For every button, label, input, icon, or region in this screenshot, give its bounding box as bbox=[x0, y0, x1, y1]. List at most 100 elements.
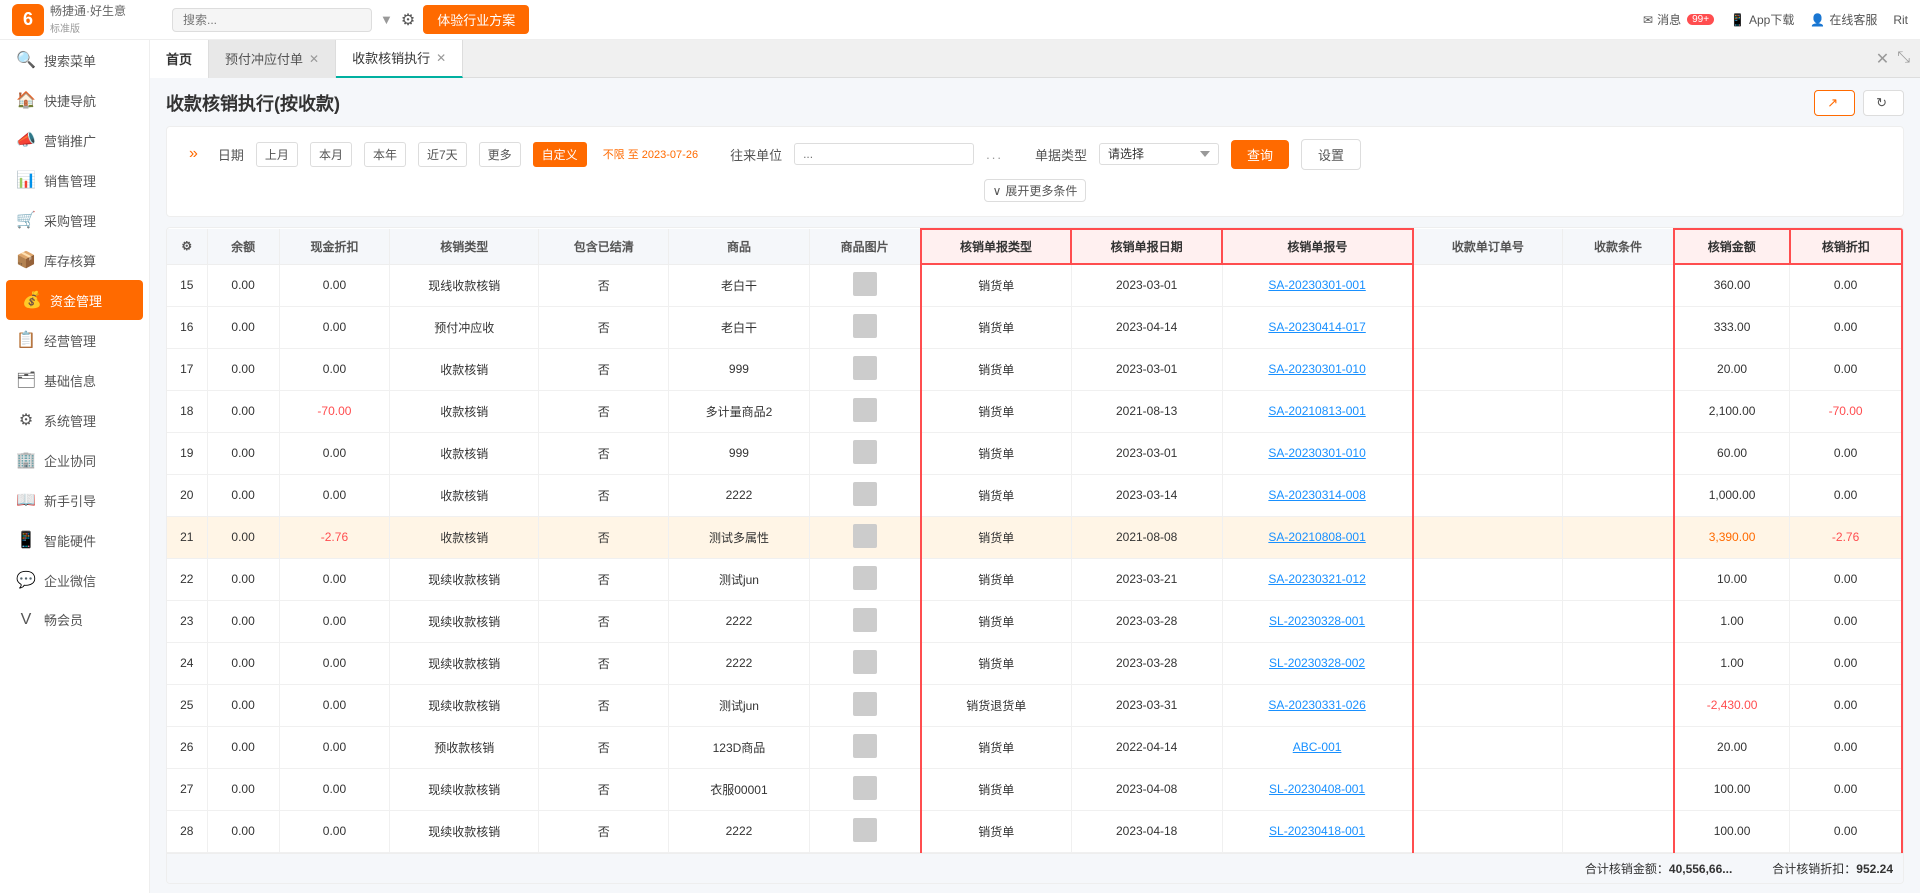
bill-report-no-link[interactable]: SL-20230408-001 bbox=[1269, 782, 1365, 796]
filter-collapse-button[interactable]: » bbox=[181, 137, 206, 171]
bill-report-no-link[interactable]: SA-20210813-001 bbox=[1268, 404, 1365, 418]
sidebar-item-guide[interactable]: 📖 新手引导 bbox=[0, 480, 149, 520]
sidebar-item-sys-mgmt[interactable]: ⚙ 系统管理 bbox=[0, 400, 149, 440]
cell-bill-report-no[interactable]: ABC-001 bbox=[1222, 726, 1413, 768]
sidebar-item-purchase[interactable]: 🛒 采购管理 bbox=[0, 200, 149, 240]
sidebar-item-operations[interactable]: 📋 经营管理 bbox=[0, 320, 149, 360]
refresh-button[interactable]: ↻ bbox=[1863, 90, 1904, 116]
table-row: 22 0.00 0.00 现续收款核销 否 测试jun 销货单 2023-03-… bbox=[167, 558, 1902, 600]
sidebar-item-wechat[interactable]: 💬 企业微信 bbox=[0, 560, 149, 600]
cell-bill-report-no[interactable]: SA-20230321-012 bbox=[1222, 558, 1413, 600]
cell-bill-report-no[interactable]: SL-20230328-002 bbox=[1222, 642, 1413, 684]
bill-report-no-link[interactable]: SL-20230418-001 bbox=[1269, 824, 1365, 838]
sidebar-item-marketing[interactable]: 📣 营销推广 bbox=[0, 120, 149, 160]
cell-write-off-discount: -70.00 bbox=[1790, 390, 1902, 432]
cell-goods: 多计量商品2 bbox=[669, 390, 810, 432]
query-button[interactable]: 查询 bbox=[1231, 140, 1289, 169]
cell-bill-report-no[interactable]: SA-20230301-010 bbox=[1222, 348, 1413, 390]
date-this-month-btn[interactable]: 本月 bbox=[310, 142, 352, 167]
cell-bill-report-no[interactable]: SA-20210813-001 bbox=[1222, 390, 1413, 432]
user-info[interactable]: Rit bbox=[1893, 13, 1908, 27]
date-last-month-btn[interactable]: 上月 bbox=[256, 142, 298, 167]
bill-report-no-link[interactable]: ABC-001 bbox=[1293, 740, 1342, 754]
tab-prepay-close[interactable]: ✕ bbox=[309, 52, 319, 66]
cell-bill-report-no[interactable]: SA-20230414-017 bbox=[1222, 306, 1413, 348]
cell-include-settled: 否 bbox=[539, 264, 669, 306]
sidebar-item-smart-hw[interactable]: 📱 智能硬件 bbox=[0, 520, 149, 560]
cell-no: 21 bbox=[167, 516, 207, 558]
bill-report-no-link[interactable]: SA-20230331-026 bbox=[1268, 698, 1365, 712]
cell-bill-report-no[interactable]: SL-20230408-001 bbox=[1222, 768, 1413, 810]
th-settings[interactable]: ⚙ bbox=[167, 229, 207, 264]
cell-no: 23 bbox=[167, 600, 207, 642]
cell-balance: 0.00 bbox=[207, 474, 279, 516]
bill-type-select[interactable]: 请选择 bbox=[1099, 143, 1219, 165]
sidebar-item-search-menu[interactable]: 🔍 搜索菜单 bbox=[0, 40, 149, 80]
cell-balance: 0.00 bbox=[207, 642, 279, 684]
setting-button[interactable]: 设置 bbox=[1301, 139, 1361, 170]
date-more-btn[interactable]: 更多 bbox=[479, 142, 521, 167]
export-button[interactable]: ↗ bbox=[1814, 90, 1855, 116]
bill-report-no-link[interactable]: SA-20230301-010 bbox=[1268, 362, 1365, 376]
th-receipt-condition: 收款条件 bbox=[1563, 229, 1674, 264]
counterpart-input[interactable] bbox=[794, 143, 974, 165]
date-custom-btn[interactable]: 自定义 bbox=[533, 142, 587, 167]
sidebar-item-enterprise[interactable]: 🏢 企业协同 bbox=[0, 440, 149, 480]
cell-bill-report-no[interactable]: SA-20210808-001 bbox=[1222, 516, 1413, 558]
cell-bill-report-no[interactable]: SA-20230314-008 bbox=[1222, 474, 1413, 516]
sidebar-item-inventory[interactable]: 📦 库存核算 bbox=[0, 240, 149, 280]
tab-close-all-icon[interactable]: ✕ bbox=[1876, 49, 1889, 69]
cell-bill-report-no[interactable]: SA-20230301-001 bbox=[1222, 264, 1413, 306]
th-write-off-amount: 核销金额 bbox=[1674, 229, 1790, 264]
cell-write-off-discount: -2.76 bbox=[1790, 516, 1902, 558]
cell-receipt-condition bbox=[1563, 558, 1674, 600]
funds-icon: 💰 bbox=[22, 290, 42, 310]
sidebar-item-quick-nav[interactable]: 🏠 快捷导航 bbox=[0, 80, 149, 120]
cell-bill-report-no[interactable]: SA-20230301-010 bbox=[1222, 432, 1413, 474]
sidebar-item-member[interactable]: V 畅会员 bbox=[0, 600, 149, 639]
bill-report-no-link[interactable]: SA-20230321-012 bbox=[1268, 572, 1365, 586]
cell-no: 15 bbox=[167, 264, 207, 306]
tab-home[interactable]: 首页 bbox=[150, 40, 209, 78]
bill-report-no-link[interactable]: SA-20230314-008 bbox=[1268, 488, 1365, 502]
expand-more-conditions-button[interactable]: ∨ 展开更多条件 bbox=[984, 179, 1087, 202]
cell-write-off-discount: 0.00 bbox=[1790, 684, 1902, 726]
cell-include-settled: 否 bbox=[539, 390, 669, 432]
tab-collection[interactable]: 收款核销执行 ✕ bbox=[336, 40, 463, 78]
tab-collection-close[interactable]: ✕ bbox=[436, 51, 446, 65]
cell-receipt-condition bbox=[1563, 474, 1674, 516]
tab-prepay[interactable]: 预付冲应付单 ✕ bbox=[209, 40, 336, 78]
bill-report-no-link[interactable]: SA-20230301-001 bbox=[1268, 278, 1365, 292]
table-row: 18 0.00 -70.00 收款核销 否 多计量商品2 销货单 2021-08… bbox=[167, 390, 1902, 432]
cell-receipt-condition bbox=[1563, 642, 1674, 684]
cell-bill-report-no[interactable]: SA-20230331-026 bbox=[1222, 684, 1413, 726]
sidebar-item-sales[interactable]: 📊 销售管理 bbox=[0, 160, 149, 200]
date-7days-btn[interactable]: 近7天 bbox=[418, 142, 467, 167]
industry-solution-button[interactable]: 体验行业方案 bbox=[423, 5, 529, 34]
cell-bill-report-no[interactable]: SL-20230418-001 bbox=[1222, 810, 1413, 852]
cell-receipt-condition bbox=[1563, 684, 1674, 726]
dropdown-arrow-icon[interactable]: ▼ bbox=[380, 12, 393, 27]
cell-cash-discount: 0.00 bbox=[279, 684, 390, 726]
message-button[interactable]: ✉ 消息 99+ bbox=[1643, 11, 1714, 28]
cell-bill-report-type: 销货单 bbox=[921, 474, 1072, 516]
bill-report-no-link[interactable]: SA-20230301-010 bbox=[1268, 446, 1365, 460]
bill-report-no-link[interactable]: SA-20230414-017 bbox=[1268, 320, 1365, 334]
date-this-year-btn[interactable]: 本年 bbox=[364, 142, 406, 167]
bill-report-no-link[interactable]: SA-20210808-001 bbox=[1268, 530, 1365, 544]
wechat-icon: 💬 bbox=[16, 570, 36, 590]
settings-icon[interactable]: ⚙ bbox=[401, 10, 415, 30]
cell-write-off-amount: 360.00 bbox=[1674, 264, 1790, 306]
bill-report-no-link[interactable]: SL-20230328-001 bbox=[1269, 614, 1365, 628]
sidebar-item-base-info[interactable]: 🗂 基础信息 bbox=[0, 360, 149, 400]
sidebar-item-funds[interactable]: 💰 资金管理 bbox=[6, 280, 143, 320]
bill-report-no-link[interactable]: SL-20230328-002 bbox=[1269, 656, 1365, 670]
top-search-input[interactable] bbox=[172, 8, 372, 32]
cell-bill-report-date: 2021-08-08 bbox=[1071, 516, 1222, 558]
app-logo-icon: 6 bbox=[12, 4, 44, 36]
tab-expand-icon[interactable]: ⤡ bbox=[1897, 49, 1910, 69]
cell-bill-report-no[interactable]: SL-20230328-001 bbox=[1222, 600, 1413, 642]
cell-include-settled: 否 bbox=[539, 306, 669, 348]
app-download-button[interactable]: 📱 App下载 bbox=[1730, 11, 1794, 28]
online-service-button[interactable]: 👤 在线客服 bbox=[1810, 11, 1877, 28]
